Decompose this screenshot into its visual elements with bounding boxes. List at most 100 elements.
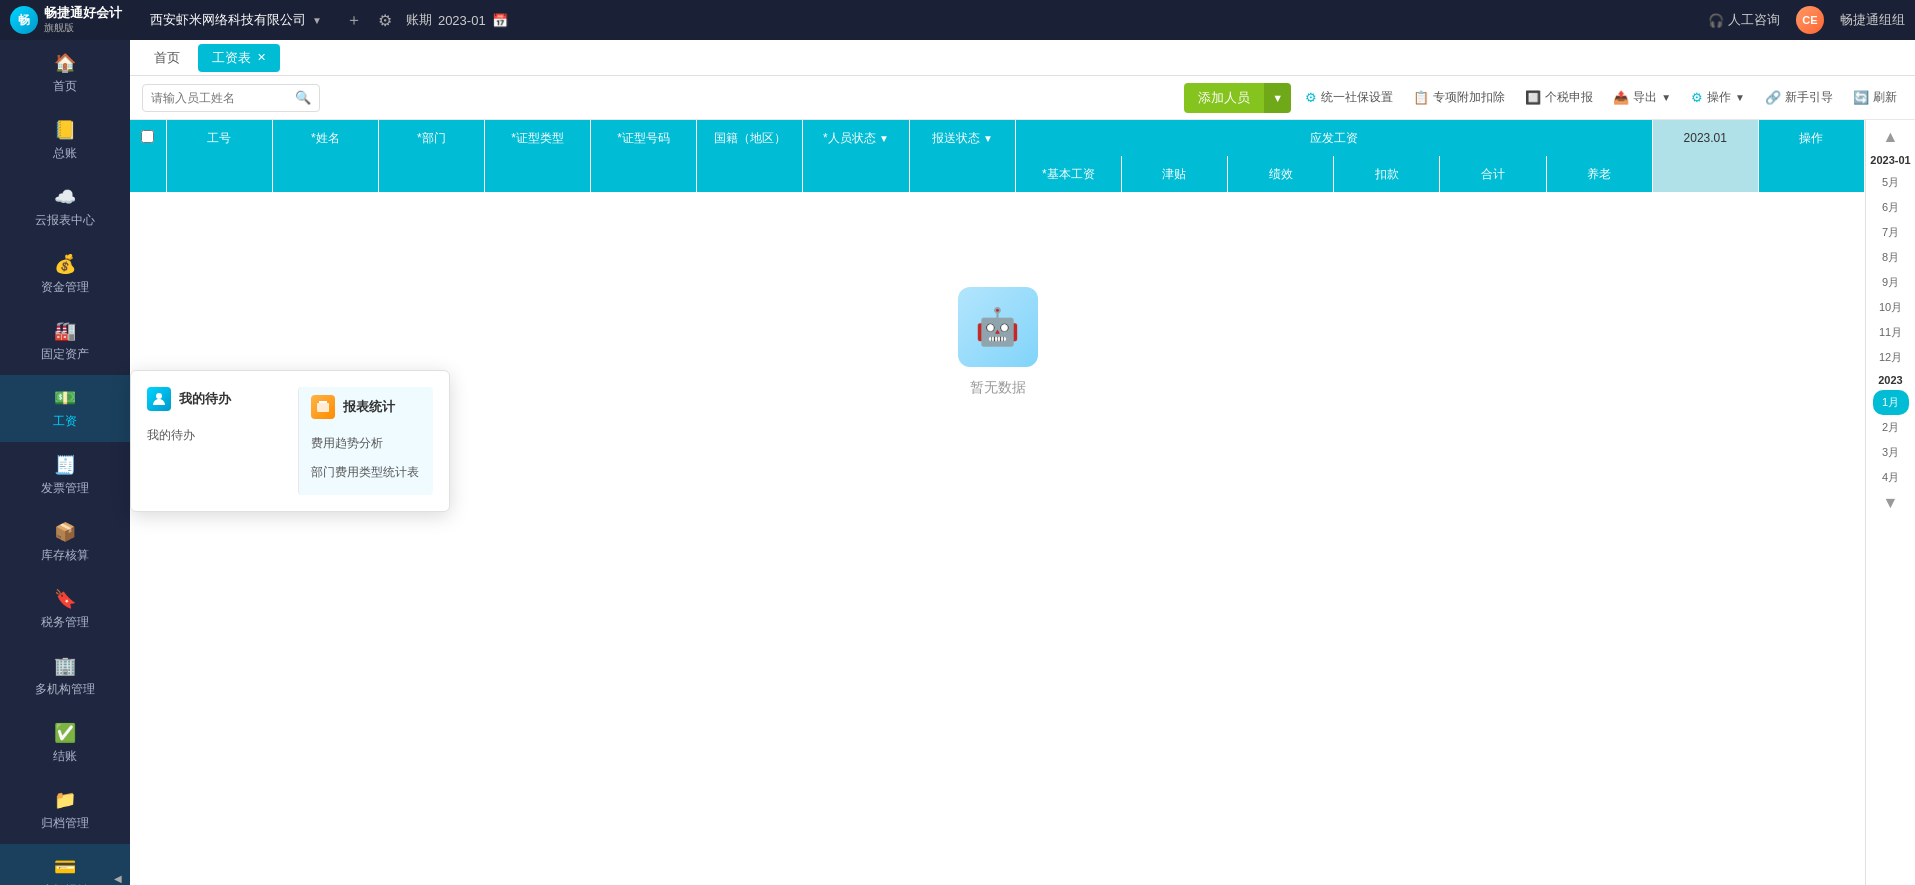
search-icon[interactable]: 🔍: [295, 90, 311, 105]
top-right: 🎧 人工咨询 CE 畅捷通组组: [1708, 6, 1905, 34]
refresh-btn[interactable]: 🔄 刷新: [1847, 89, 1903, 106]
timeline-year-header: 2023-01: [1866, 150, 1915, 170]
sub-name: [272, 156, 378, 192]
sidebar-item-xiaochang[interactable]: 💳 小畅报销 ◀: [0, 844, 130, 885]
refresh-icon: 🔄: [1853, 90, 1869, 105]
timeline-nav-down[interactable]: ▼: [1879, 490, 1903, 516]
sidebar-label-archive: 归档管理: [41, 815, 89, 832]
sidebar-item-ledger[interactable]: 📒 总账: [0, 107, 130, 174]
add-person-dropdown-button[interactable]: ▼: [1264, 83, 1291, 113]
new-guide-btn[interactable]: 🔗 新手引导: [1759, 89, 1839, 106]
ledger-icon: 📒: [54, 119, 76, 141]
sidebar-item-fund[interactable]: 💰 资金管理: [0, 241, 130, 308]
popup-right-title: 报表统计: [343, 398, 395, 416]
popup-item-my-todo[interactable]: 我的待办: [147, 421, 282, 450]
popup-columns: 我的待办 我的待办 报表统计 费用趋势分析 部门费用类型统计表: [147, 387, 433, 495]
cloud-icon: ☁️: [54, 186, 76, 208]
timeline-month-5[interactable]: 5月: [1866, 170, 1915, 195]
tab-close-icon[interactable]: ✕: [257, 51, 266, 64]
expense-trend-label: 费用趋势分析: [311, 436, 383, 450]
col-name: *姓名: [272, 120, 378, 156]
popup-left-title: 我的待办: [179, 390, 231, 408]
person-type-filter-icon[interactable]: ▼: [879, 133, 889, 144]
calendar-icon[interactable]: 📅: [492, 13, 508, 28]
archive-icon: 📁: [54, 789, 76, 811]
settlement-icon: ✅: [54, 722, 76, 744]
timeline-month-9[interactable]: 9月: [1866, 270, 1915, 295]
timeline-month-6[interactable]: 6月: [1866, 195, 1915, 220]
toolbar: 🔍 添加人员 ▼ ⚙ 统一社保设置 📋 专项附加扣除 🔲 个税申报: [130, 76, 1915, 120]
popup-right-icon: [311, 395, 335, 419]
timeline-month-3[interactable]: 3月: [1866, 440, 1915, 465]
sub-performance: 绩效: [1228, 156, 1334, 192]
sidebar-item-tax[interactable]: 🔖 税务管理: [0, 576, 130, 643]
company-selector[interactable]: 西安虾米网络科技有限公司 ▼: [140, 11, 332, 29]
period-value: 2023-01: [438, 13, 486, 28]
new-guide-label: 新手引导: [1785, 89, 1833, 106]
sidebar-item-invoice[interactable]: 🧾 发票管理: [0, 442, 130, 509]
sidebar-item-multi-org[interactable]: 🏢 多机构管理: [0, 643, 130, 710]
popup-left-header: 我的待办: [147, 387, 282, 411]
sub-cert-type: [484, 156, 590, 192]
sub-base-salary: *基本工资: [1015, 156, 1121, 192]
report-status-filter-icon[interactable]: ▼: [983, 133, 993, 144]
col-nation: 国籍（地区）: [697, 120, 803, 156]
col-checkbox[interactable]: [130, 120, 166, 156]
unified-social-btn[interactable]: ⚙ 统一社保设置: [1299, 89, 1399, 106]
popup-item-dept-expense[interactable]: 部门费用类型统计表: [311, 458, 421, 487]
col-report-status: 报送状态 ▼: [909, 120, 1015, 156]
app-title: 畅捷通好会计: [44, 5, 122, 21]
sidebar-label-assets: 固定资产: [41, 346, 89, 363]
tab-salary-table[interactable]: 工资表 ✕: [198, 44, 280, 72]
sidebar-item-fixed-assets[interactable]: 🏭 固定资产: [0, 308, 130, 375]
popup-right-header: 报表统计: [311, 395, 421, 419]
tax-icon: 🔖: [54, 588, 76, 610]
search-box: 🔍: [142, 84, 320, 112]
right-timeline: ▲ 2023-01 5月 6月 7月 8月 9月 10月 11月 12月 202…: [1865, 120, 1915, 885]
svg-point-0: [156, 393, 162, 399]
add-icon[interactable]: ＋: [342, 6, 366, 35]
user-name[interactable]: 畅捷通组组: [1840, 11, 1905, 29]
timeline-year-2023: 2023: [1866, 370, 1915, 390]
export-btn[interactable]: 📤 导出 ▼: [1607, 89, 1677, 106]
period-label: 账期: [406, 11, 432, 29]
tab-home[interactable]: 首页: [140, 44, 194, 72]
timeline-month-11[interactable]: 11月: [1866, 320, 1915, 345]
timeline-month-7[interactable]: 7月: [1866, 220, 1915, 245]
service-button[interactable]: 🎧 人工咨询: [1708, 11, 1780, 29]
tax-report-btn[interactable]: 🔲 个税申报: [1519, 89, 1599, 106]
sidebar-item-archive[interactable]: 📁 归档管理: [0, 777, 130, 844]
timeline-month-1[interactable]: 1月: [1873, 390, 1909, 415]
sidebar-label-inventory: 库存核算: [41, 547, 89, 564]
popup-item-expense-trend[interactable]: 费用趋势分析: [311, 429, 421, 458]
add-person-label: 添加人员: [1198, 89, 1250, 107]
tax-report-label: 个税申报: [1545, 89, 1593, 106]
sidebar-label-org: 多机构管理: [35, 681, 95, 698]
settings-icon[interactable]: ⚙: [374, 7, 396, 34]
salary-icon: 💵: [54, 387, 76, 409]
chevron-down-icon: ▼: [312, 15, 322, 26]
timeline-month-10[interactable]: 10月: [1866, 295, 1915, 320]
timeline-month-8[interactable]: 8月: [1866, 245, 1915, 270]
timeline-month-4[interactable]: 4月: [1866, 465, 1915, 490]
empty-robot-icon: 🤖: [958, 287, 1038, 367]
sidebar-item-settlement[interactable]: ✅ 结账: [0, 710, 130, 777]
operation-btn[interactable]: ⚙ 操作 ▼: [1685, 89, 1751, 106]
select-all-checkbox[interactable]: [141, 130, 154, 143]
header-actions: ＋ ⚙: [342, 6, 396, 35]
sidebar-item-salary[interactable]: 💵 工资: [0, 375, 130, 442]
sidebar-item-inventory[interactable]: 📦 库存核算: [0, 509, 130, 576]
company-name: 西安虾米网络科技有限公司: [150, 11, 306, 29]
timeline-month-2[interactable]: 2月: [1866, 415, 1915, 440]
operation-icon: ⚙: [1691, 90, 1703, 105]
home-icon: 🏠: [54, 52, 76, 74]
timeline-month-12[interactable]: 12月: [1866, 345, 1915, 370]
add-person-button[interactable]: 添加人员: [1184, 83, 1264, 113]
sidebar-item-home[interactable]: 🏠 首页: [0, 40, 130, 107]
tax-report-icon: 🔲: [1525, 90, 1541, 105]
sidebar-item-cloud-report[interactable]: ☁️ 云报表中心: [0, 174, 130, 241]
service-label: 人工咨询: [1728, 11, 1780, 29]
timeline-nav-up[interactable]: ▲: [1879, 124, 1903, 150]
special-deduct-btn[interactable]: 📋 专项附加扣除: [1407, 89, 1511, 106]
search-input[interactable]: [151, 91, 291, 105]
